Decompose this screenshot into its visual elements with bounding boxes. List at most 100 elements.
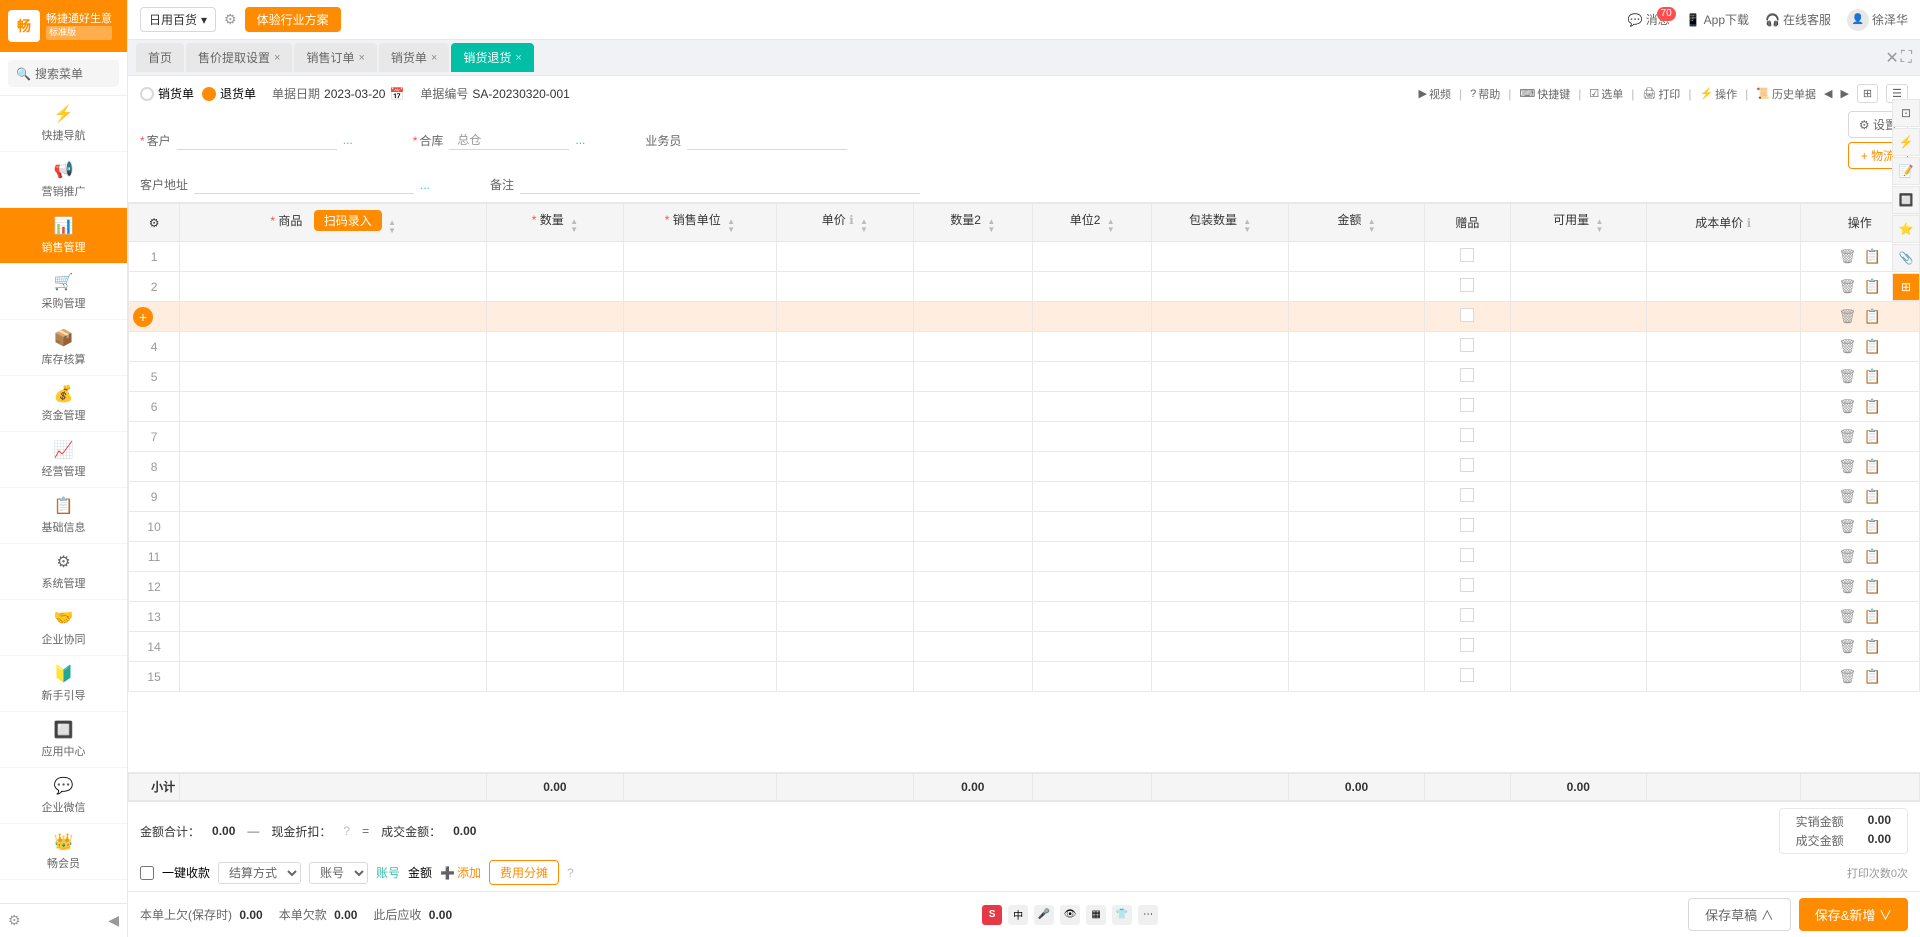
delete-row-button[interactable]: 🗑 — [1836, 426, 1858, 447]
amount-cell[interactable] — [1288, 452, 1424, 482]
quantity2-cell[interactable] — [913, 272, 1032, 302]
tab-close-price-settings[interactable]: × — [274, 52, 280, 64]
gift-checkbox[interactable] — [1460, 548, 1474, 562]
one-click-payment-checkbox[interactable] — [140, 866, 154, 880]
delete-row-button[interactable]: 🗑 — [1836, 486, 1858, 507]
product-cell[interactable] — [180, 602, 487, 632]
amount-cell[interactable] — [1288, 662, 1424, 692]
available-cell[interactable] — [1510, 272, 1646, 302]
copy-row-button[interactable]: 📋 — [1862, 396, 1883, 417]
product-cell[interactable] — [180, 242, 487, 272]
unit-price-cell[interactable] — [777, 362, 913, 392]
tab-close-sales-delivery[interactable]: × — [431, 52, 437, 64]
delete-row-button[interactable]: 🗑 — [1836, 546, 1858, 567]
unit2-cell[interactable] — [1032, 332, 1151, 362]
product-cell[interactable] — [180, 302, 487, 332]
unit2-cell[interactable] — [1032, 452, 1151, 482]
product-cell[interactable] — [180, 452, 487, 482]
copy-row-button[interactable]: 📋 — [1862, 426, 1883, 447]
quantity-cell[interactable] — [487, 242, 623, 272]
unit2-cell[interactable] — [1032, 272, 1151, 302]
sales-unit-cell[interactable] — [623, 272, 777, 302]
collapse-sidebar-button[interactable]: ◀ — [108, 912, 119, 929]
trial-button[interactable]: 体验行业方案 — [245, 7, 341, 32]
unit-price-cell[interactable] — [777, 272, 913, 302]
unit2-cell[interactable] — [1032, 632, 1151, 662]
radio-return[interactable]: 退货单 — [202, 85, 256, 102]
sales-unit-cell[interactable] — [623, 332, 777, 362]
gift-checkbox[interactable] — [1460, 308, 1474, 322]
grid-view-button[interactable]: ⊞ — [1857, 84, 1878, 103]
add-row-button[interactable]: + — [133, 307, 153, 327]
unit-price-cell[interactable] — [777, 542, 913, 572]
gift-checkbox[interactable] — [1460, 278, 1474, 292]
cost-price-cell[interactable] — [1647, 362, 1801, 392]
sidebar-item-purchase[interactable]: 🛒 采购管理 — [0, 264, 127, 320]
sidebar-item-member[interactable]: 👑 畅会员 — [0, 824, 127, 880]
online-service-button[interactable]: 🎧 在线客服 — [1765, 11, 1831, 28]
sys-icon-zh[interactable]: 中 — [1008, 905, 1028, 925]
unit-price-sort[interactable]: ▲▼ — [860, 218, 868, 234]
cost-price-cell[interactable] — [1647, 602, 1801, 632]
sales-unit-cell[interactable] — [623, 452, 777, 482]
available-cell[interactable] — [1510, 542, 1646, 572]
product-cell[interactable] — [180, 422, 487, 452]
copy-row-button[interactable]: 📋 — [1862, 486, 1883, 507]
close-all-tabs-button[interactable]: ✕ — [1885, 48, 1898, 68]
copy-row-button[interactable]: 📋 — [1862, 306, 1883, 327]
delete-row-button[interactable]: 🗑 — [1836, 306, 1858, 327]
app-download-button[interactable]: 📱 App下载 — [1686, 11, 1749, 28]
sys-icon-s[interactable]: S — [982, 905, 1002, 925]
gift-checkbox[interactable] — [1460, 458, 1474, 472]
salesperson-input[interactable] — [687, 131, 847, 150]
gift-cell[interactable] — [1425, 332, 1510, 362]
unit-price-cell[interactable] — [777, 602, 913, 632]
amount-cell[interactable] — [1288, 512, 1424, 542]
pack-qty-cell[interactable] — [1152, 332, 1288, 362]
pack-qty-cell[interactable] — [1152, 602, 1288, 632]
gift-cell[interactable] — [1425, 632, 1510, 662]
shortcut-key-button[interactable]: ⌨ 快捷键 — [1519, 86, 1570, 102]
unit2-cell[interactable] — [1032, 422, 1151, 452]
available-cell[interactable] — [1510, 572, 1646, 602]
quantity2-cell[interactable] — [913, 662, 1032, 692]
amount-cell[interactable] — [1288, 302, 1424, 332]
sales-unit-cell[interactable] — [623, 512, 777, 542]
cost-price-cell[interactable] — [1647, 392, 1801, 422]
unit-price-cell[interactable] — [777, 482, 913, 512]
cost-price-cell[interactable] — [1647, 632, 1801, 662]
quantity2-cell[interactable] — [913, 392, 1032, 422]
quantity2-cell[interactable] — [913, 302, 1032, 332]
warehouse-input[interactable] — [449, 131, 569, 150]
tab-close-sales-order[interactable]: × — [358, 52, 364, 64]
gift-cell[interactable] — [1425, 302, 1510, 332]
amount-cell[interactable] — [1288, 602, 1424, 632]
product-cell[interactable] — [180, 632, 487, 662]
delete-row-button[interactable]: 🗑 — [1836, 576, 1858, 597]
unit-price-cell[interactable] — [777, 632, 913, 662]
expand-tab-button[interactable]: ⛶ — [1901, 49, 1912, 67]
gift-checkbox[interactable] — [1460, 608, 1474, 622]
sales-unit-cell[interactable] — [623, 242, 777, 272]
unit2-cell[interactable] — [1032, 392, 1151, 422]
quantity-cell[interactable] — [487, 422, 623, 452]
gift-cell[interactable] — [1425, 602, 1510, 632]
quantity2-sort[interactable]: ▲▼ — [987, 218, 995, 234]
quantity2-cell[interactable] — [913, 332, 1032, 362]
quantity2-cell[interactable] — [913, 602, 1032, 632]
right-panel-btn-3[interactable]: 📝 — [1892, 157, 1920, 185]
cost-price-cell[interactable] — [1647, 512, 1801, 542]
right-panel-btn-4[interactable]: 🔲 — [1892, 186, 1920, 214]
settings-footer-button[interactable]: ⚙ — [8, 912, 21, 929]
product-cell[interactable] — [180, 392, 487, 422]
cost-price-cell[interactable] — [1647, 332, 1801, 362]
copy-row-button[interactable]: 📋 — [1862, 276, 1883, 297]
search-menu-button[interactable]: 🔍 搜索菜单 — [8, 60, 119, 87]
cost-price-cell[interactable] — [1647, 302, 1801, 332]
unit-price-cell[interactable] — [777, 392, 913, 422]
cost-price-cell[interactable] — [1647, 482, 1801, 512]
available-cell[interactable] — [1510, 602, 1646, 632]
cost-price-cell[interactable] — [1647, 542, 1801, 572]
quantity-cell[interactable] — [487, 452, 623, 482]
unit-price-cell[interactable] — [777, 242, 913, 272]
